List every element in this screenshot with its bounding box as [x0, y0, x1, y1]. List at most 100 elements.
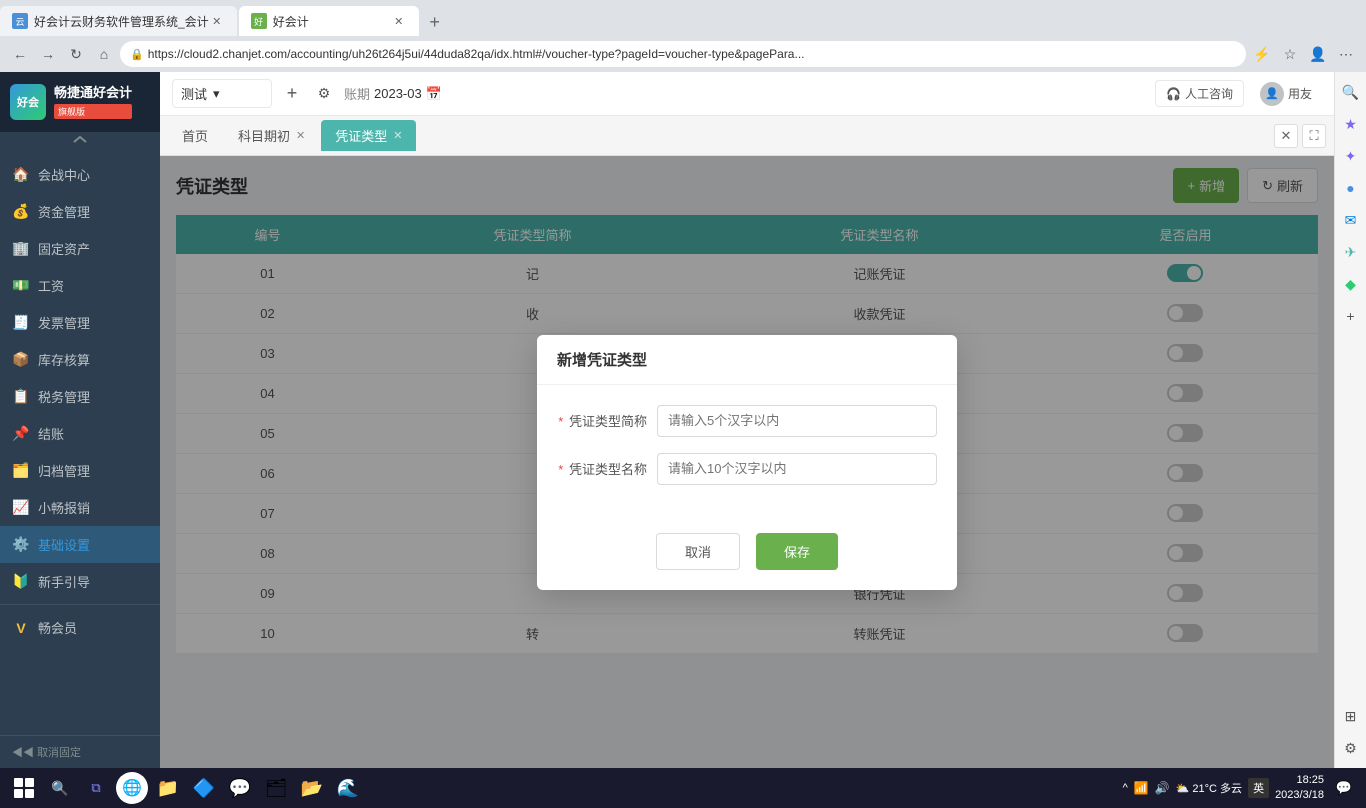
weather-temp: 21°C 多云 [1192, 783, 1242, 795]
taskbar-wechat[interactable]: 💬 [224, 772, 256, 804]
home-button[interactable]: ⌂ [92, 42, 116, 66]
taskbar-clock[interactable]: 18:25 2023/3/18 [1275, 773, 1324, 804]
tab1-title: 好会计云财务软件管理系统_会计 [34, 13, 209, 30]
sidebar-item-assets[interactable]: 🏢 固定资产 [0, 230, 160, 267]
sidebar-item-label-member: 畅会员 [38, 618, 77, 637]
content-tabs: 首页 科目期初 ✕ 凭证类型 ✕ ✕ ⛶ [160, 116, 1334, 156]
sidebar-item-label-report: 小畅报销 [38, 498, 90, 517]
weather-info: ⛅ 21°C 多云 [1176, 780, 1242, 796]
reload-button[interactable]: ↻ [64, 42, 88, 66]
browser-toolbar-actions: ⚡ ☆ 👤 ⋯ [1250, 42, 1358, 66]
taskbar-app6[interactable]: 📂 [296, 772, 328, 804]
browser-tab-1[interactable]: 云 好会计云财务软件管理系统_会计 ✕ [0, 6, 237, 36]
sidebar-item-report[interactable]: 📈 小畅报销 [0, 489, 160, 526]
new-tab-button[interactable]: + [421, 8, 449, 36]
sidebar-item-fund[interactable]: 💰 资金管理 [0, 193, 160, 230]
logo-text: 畅捷通好会计 [54, 85, 132, 102]
sidebar-scroll-up[interactable] [0, 132, 160, 148]
taskbar-explorer[interactable]: 📁 [152, 772, 184, 804]
name-input[interactable] [657, 453, 937, 485]
save-button[interactable]: 保存 [756, 533, 838, 570]
taskbar-edge2[interactable]: 🌊 [332, 772, 364, 804]
browser-tab-2[interactable]: 好 好会计 ✕ [239, 6, 419, 36]
systray: ^ 📶 🔊 ⛅ 21°C 多云 英 18:25 2023/3/18 💬 [1123, 773, 1358, 804]
sidebar-item-member[interactable]: V 畅会员 [0, 609, 160, 646]
right-search-icon[interactable]: 🔍 [1337, 78, 1365, 106]
sidebar-divider [0, 604, 160, 605]
abbr-input[interactable] [657, 405, 937, 437]
tab-home[interactable]: 首页 [168, 120, 222, 151]
sidebar-item-label-inventory: 库存核算 [38, 350, 90, 369]
notification-icon[interactable]: 💬 [1330, 774, 1358, 802]
consult-button[interactable]: 🎧 人工咨询 [1155, 80, 1244, 107]
right-outlook-icon[interactable]: ✉ [1337, 206, 1365, 234]
taskbar-edge[interactable]: 🔷 [188, 772, 220, 804]
app-header: 测试 ▾ + ⚙ 账期 2023-03 📅 🎧 人工咨询 👤 用友 [160, 72, 1334, 116]
taskbar-app5[interactable]: 🗂 [260, 772, 292, 804]
sidebar-item-archive[interactable]: 🗂️ 归档管理 [0, 452, 160, 489]
right-plus-icon[interactable]: + [1337, 302, 1365, 330]
sidebar-item-label-salary: 工资 [38, 276, 64, 295]
right-grid-icon[interactable]: ⊞ [1337, 702, 1365, 730]
tab1-favicon: 云 [12, 13, 28, 29]
tax-icon: 📋 [12, 388, 30, 406]
workspace-name: 测试 [181, 84, 207, 103]
right-teal-icon[interactable]: ✈ [1337, 238, 1365, 266]
sidebar-item-label-settle: 结账 [38, 424, 64, 443]
name-required-mark: * [558, 462, 563, 477]
tab-voucher-type[interactable]: 凭证类型 ✕ [321, 120, 416, 151]
extensions-icon[interactable]: ⚡ [1250, 42, 1274, 66]
ime-icon[interactable]: 英 [1248, 778, 1269, 798]
browser-toolbar: ← → ↻ ⌂ 🔒 https://cloud2.chanjet.com/acc… [0, 36, 1366, 72]
sidebar-cancel-pin[interactable]: ◀◀ 取消固定 [0, 735, 160, 768]
weather-icon: ⛅ [1176, 783, 1190, 795]
sidebar-item-inventory[interactable]: 📦 库存核算 [0, 341, 160, 378]
sidebar-item-settle[interactable]: 📌 结账 [0, 415, 160, 452]
user-button[interactable]: 👤 用友 [1250, 78, 1322, 110]
taskbar-search-icon[interactable]: 🔍 [44, 772, 76, 804]
abbr-label: * 凭证类型简称 [557, 411, 657, 430]
member-icon: V [12, 619, 30, 637]
abbr-form-row: * 凭证类型简称 [557, 405, 937, 437]
right-star-icon[interactable]: ★ [1337, 110, 1365, 138]
tab-home-label: 首页 [182, 126, 208, 145]
sidebar-item-invoice[interactable]: 🧾 发票管理 [0, 304, 160, 341]
tab2-close[interactable]: ✕ [391, 13, 407, 29]
right-ai-icon[interactable]: ✦ [1337, 142, 1365, 170]
new-voucher-type-modal: 新增凭证类型 * 凭证类型简称 * [537, 335, 957, 590]
sidebar-item-settings[interactable]: ⚙️ 基础设置 [0, 526, 160, 563]
right-green-icon[interactable]: ◆ [1337, 270, 1365, 298]
tab1-close[interactable]: ✕ [209, 13, 225, 29]
right-blue-icon[interactable]: ● [1337, 174, 1365, 202]
settings-icon: ⚙️ [12, 536, 30, 554]
menu-icon[interactable]: ⋯ [1334, 42, 1358, 66]
address-bar[interactable]: 🔒 https://cloud2.chanjet.com/accounting/… [120, 41, 1246, 67]
sidebar-item-guide[interactable]: 🔰 新手引导 [0, 563, 160, 600]
sidebar-item-tax[interactable]: 📋 税务管理 [0, 378, 160, 415]
tab-voucher-type-close[interactable]: ✕ [393, 129, 402, 142]
right-gear-icon[interactable]: ⚙ [1337, 734, 1365, 762]
start-button[interactable] [8, 772, 40, 804]
sidebar: 好会 畅捷通好会计 旗舰版 🏠 会战中心 💰 资金管理 🏢 固定资产 [0, 72, 160, 768]
tab-voucher-type-label: 凭证类型 [335, 126, 387, 145]
tab-subjects-close[interactable]: ✕ [296, 129, 305, 142]
taskbar-chrome[interactable]: 🌐 [116, 772, 148, 804]
forward-button[interactable]: → [36, 42, 60, 66]
bookmark-icon[interactable]: ☆ [1278, 42, 1302, 66]
taskbar-taskview[interactable]: ⧉ [80, 772, 112, 804]
cancel-button[interactable]: 取消 [656, 533, 740, 570]
sidebar-item-dashboard[interactable]: 🏠 会战中心 [0, 156, 160, 193]
tab-expand-button[interactable]: ⛶ [1302, 124, 1326, 148]
systray-expand[interactable]: ^ [1123, 782, 1128, 794]
tab-minimize-button[interactable]: ✕ [1274, 124, 1298, 148]
settings-gear-icon[interactable]: ⚙ [312, 82, 336, 106]
sidebar-nav: 🏠 会战中心 💰 资金管理 🏢 固定资产 💵 工资 🧾 发票管理 📦 库 [0, 148, 160, 735]
add-workspace-icon[interactable]: + [280, 82, 304, 106]
workspace-selector[interactable]: 测试 ▾ [172, 79, 272, 108]
profile-icon[interactable]: 👤 [1306, 42, 1330, 66]
tab-subjects[interactable]: 科目期初 ✕ [224, 120, 319, 151]
sidebar-item-salary[interactable]: 💵 工资 [0, 267, 160, 304]
back-button[interactable]: ← [8, 42, 32, 66]
period-value: 2023-03 [374, 86, 422, 101]
report-icon: 📈 [12, 499, 30, 517]
